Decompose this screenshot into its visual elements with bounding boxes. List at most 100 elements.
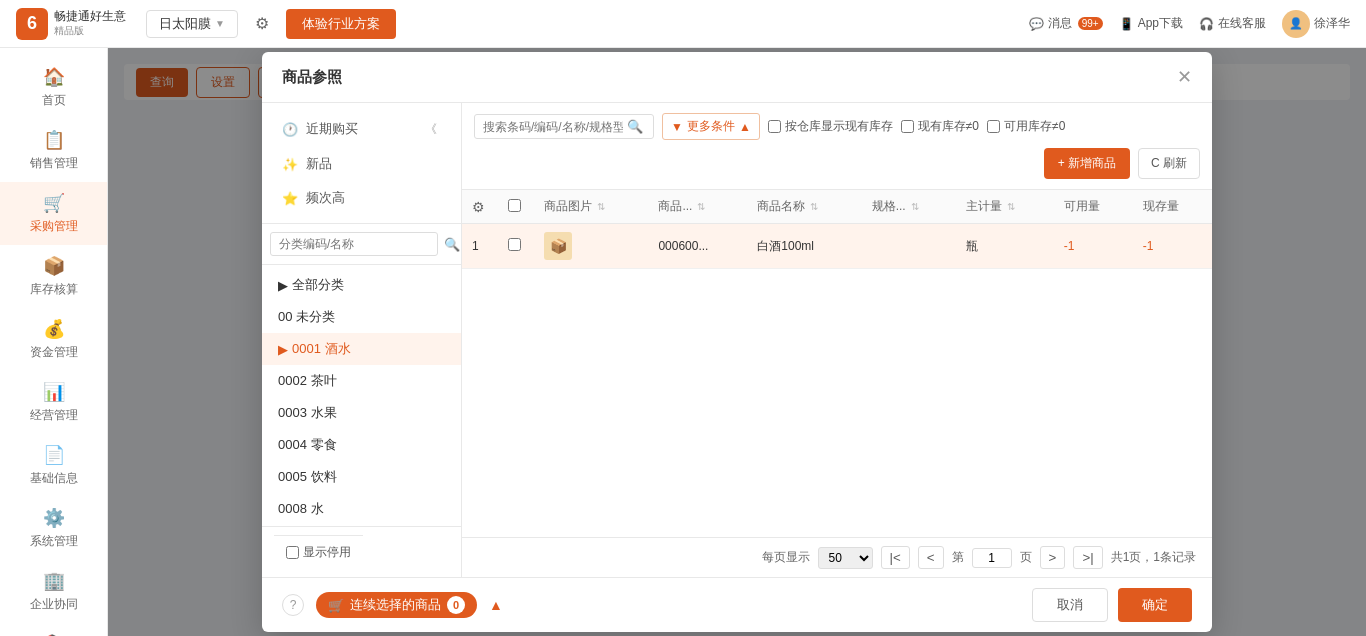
available-sort[interactable]: 可用量 (1064, 198, 1123, 215)
per-page-label: 每页显示 (762, 549, 810, 566)
select-all-checkbox[interactable] (508, 199, 521, 212)
table-row[interactable]: 1 📦 000600... 白酒100ml (462, 224, 1212, 269)
row-code: 000600... (648, 224, 747, 269)
per-page-select[interactable]: 50 100 (818, 547, 873, 569)
sidebar-item-sales[interactable]: 📋 销售管理 (0, 119, 107, 182)
category-all[interactable]: ▶ 全部分类 (262, 269, 461, 301)
available-nonzero-checkbox[interactable] (901, 120, 914, 133)
spec-sort[interactable]: 规格...⇅ (872, 198, 947, 215)
sales-icon: 📋 (43, 129, 65, 151)
chevron-up-icon: ▲ (739, 120, 751, 134)
row-checkbox[interactable] (508, 238, 521, 251)
sidebar: 🏠 首页 📋 销售管理 🛒 采购管理 📦 库存核算 💰 资金管理 📊 经营管理 … (0, 48, 108, 636)
last-page-btn[interactable]: >| (1073, 546, 1102, 569)
page-input[interactable] (972, 548, 1012, 568)
page-summary: 共1页，1条记录 (1111, 549, 1196, 566)
top-nav: 6 畅捷通好生意 精品版 日太阳膜 ▼ ⚙ 体验行业方案 💬 消息 99+ 📱 … (0, 0, 1366, 48)
more-filter-btn[interactable]: ▼ 更多条件 ▲ (662, 113, 760, 140)
row-checkbox-cell (498, 224, 534, 269)
main-content: 查询 设置 刷新 商品参照 ✕ 🕐 (108, 48, 1366, 636)
nav-dropdown[interactable]: 日太阳膜 ▼ (146, 10, 238, 38)
category-0005[interactable]: 0005 饮料 (262, 461, 461, 493)
row-name: 白酒100ml (747, 224, 861, 269)
unit-sort[interactable]: 主计量⇅ (966, 198, 1043, 215)
category-0001[interactable]: ▶ 0001 酒水 (262, 333, 461, 365)
name-sort[interactable]: 商品名称⇅ (757, 198, 851, 215)
category-00[interactable]: 00 未分类 (262, 301, 461, 333)
quick-new-products[interactable]: ✨ 新品 (270, 147, 453, 181)
sidebar-item-inventory[interactable]: 📦 库存核算 (0, 245, 107, 308)
product-table: ⚙ 商品图片⇅ (462, 190, 1212, 269)
sidebar-item-home[interactable]: 🏠 首页 (0, 56, 107, 119)
gear-icon[interactable]: ⚙ (246, 8, 278, 40)
clock-icon: 🕐 (282, 122, 298, 137)
code-sort[interactable]: 商品...⇅ (658, 198, 737, 215)
product-table-container: ⚙ 商品图片⇅ (462, 190, 1212, 537)
messages-badge: 99+ (1078, 17, 1103, 30)
modal-left-footer: 显示停用 (262, 526, 461, 577)
refresh-btn[interactable]: C 刷新 (1138, 148, 1200, 179)
row-unit: 瓶 (956, 224, 1053, 269)
col-header-code: 商品...⇅ (648, 190, 747, 224)
image-sort[interactable]: 商品图片⇅ (544, 198, 638, 215)
category-search-area: 🔍 (262, 224, 461, 265)
category-0004[interactable]: 0004 零食 (262, 429, 461, 461)
quick-recent-purchase[interactable]: 🕐 近期购买 《 (270, 111, 453, 147)
cart-area[interactable]: 🛒 连续选择的商品 0 (316, 592, 477, 618)
col-header-image: 商品图片⇅ (534, 190, 648, 224)
messages-item[interactable]: 💬 消息 99+ (1029, 15, 1103, 32)
user-item[interactable]: 👤 徐泽华 (1282, 10, 1350, 38)
category-0003[interactable]: 0003 水果 (262, 397, 461, 429)
col-header-stock: 现存量 (1133, 190, 1212, 224)
sidebar-item-basic[interactable]: 📄 基础信息 (0, 434, 107, 497)
warehouse-stock-checkbox[interactable] (768, 120, 781, 133)
prev-page-btn[interactable]: < (918, 546, 944, 569)
cancel-button[interactable]: 取消 (1032, 588, 1108, 622)
experience-btn[interactable]: 体验行业方案 (286, 9, 396, 39)
next-page-btn[interactable]: > (1040, 546, 1066, 569)
usable-nonzero-checkbox-label[interactable]: 可用库存≠0 (987, 118, 1065, 135)
sidebar-item-guide[interactable]: 📚 新手引导 (0, 623, 107, 636)
online-service-item[interactable]: 🎧 在线客服 (1199, 15, 1266, 32)
first-page-btn[interactable]: |< (881, 546, 910, 569)
warehouse-stock-checkbox-label[interactable]: 按仓库显示现有库存 (768, 118, 893, 135)
search-icon[interactable]: 🔍 (444, 237, 460, 252)
pagination: 每页显示 50 100 |< < 第 页 > >| (462, 537, 1212, 577)
inventory-icon: 📦 (43, 255, 65, 277)
cart-icon: 🛒 (328, 598, 344, 613)
search-icon[interactable]: 🔍 (627, 119, 643, 134)
sidebar-item-finance[interactable]: 💰 资金管理 (0, 308, 107, 371)
arrow-right-icon: ▶ (278, 342, 288, 357)
finance-icon: 💰 (43, 318, 65, 340)
modal-header: 商品参照 ✕ (262, 52, 1212, 103)
logo-sub: 精品版 (54, 24, 126, 38)
basic-icon: 📄 (43, 444, 65, 466)
category-search-input[interactable] (270, 232, 438, 256)
col-header-spec: 规格...⇅ (862, 190, 957, 224)
filter-icon: ▼ (671, 120, 683, 134)
table-settings-icon[interactable]: ⚙ (472, 199, 485, 215)
quick-frequent[interactable]: ⭐ 频次高 (270, 181, 453, 215)
category-0008[interactable]: 0008 水 (262, 493, 461, 525)
category-0002[interactable]: 0002 茶叶 (262, 365, 461, 397)
show-disabled-checkbox[interactable] (286, 546, 299, 559)
sidebar-item-enterprise[interactable]: 🏢 企业协同 (0, 560, 107, 623)
row-spec (862, 224, 957, 269)
close-icon[interactable]: ✕ (1177, 66, 1192, 88)
sidebar-item-purchase[interactable]: 🛒 采购管理 (0, 182, 107, 245)
confirm-button[interactable]: 确定 (1118, 588, 1192, 622)
star-icon: ✨ (282, 157, 298, 172)
available-nonzero-checkbox-label[interactable]: 现有库存≠0 (901, 118, 979, 135)
app-download-item[interactable]: 📱 App下载 (1119, 15, 1183, 32)
usable-nonzero-checkbox[interactable] (987, 120, 1000, 133)
add-product-btn[interactable]: + 新增商品 (1044, 148, 1130, 179)
fire-icon: ⭐ (282, 191, 298, 206)
stock-sort[interactable]: 现存量 (1143, 198, 1202, 215)
product-search-input[interactable] (483, 120, 623, 134)
help-icon[interactable]: ? (282, 594, 304, 616)
collapse-icon[interactable]: 《 (421, 119, 441, 139)
chevron-up-icon[interactable]: ▲ (489, 597, 503, 613)
sidebar-item-system[interactable]: ⚙️ 系统管理 (0, 497, 107, 560)
show-disabled-label[interactable]: 显示停用 (274, 535, 363, 569)
sidebar-item-operations[interactable]: 📊 经营管理 (0, 371, 107, 434)
